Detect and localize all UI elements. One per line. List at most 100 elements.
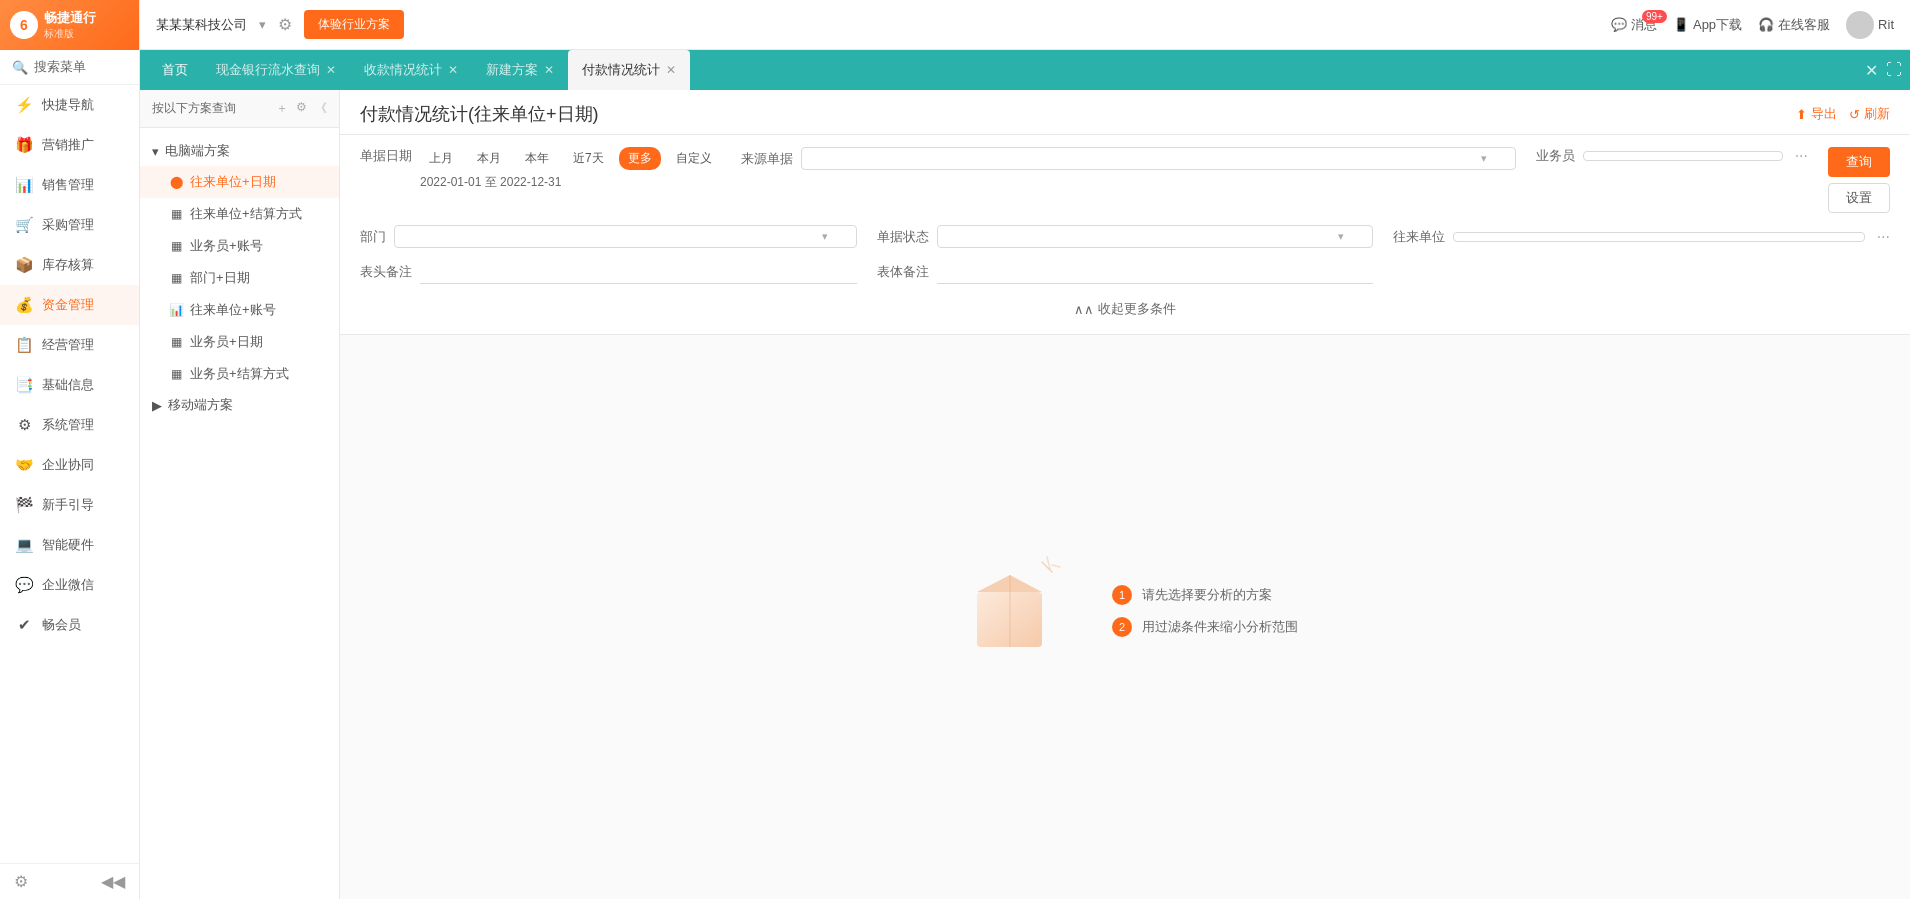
page-title: 付款情况统计(往来单位+日期) [360,102,599,126]
desktop-group-header[interactable]: ▾ 电脑端方案 [140,136,339,166]
date-option-last-month[interactable]: 上月 [420,147,462,170]
sidebar-item-member[interactable]: ✔ 畅会员 [0,605,139,645]
source-select[interactable]: ▾ [801,147,1516,170]
settings-button[interactable]: 设置 [1828,183,1890,213]
tab-cashflow-close[interactable]: ✕ [326,63,336,77]
online-service-button[interactable]: 🎧 在线客服 [1758,16,1830,34]
date-option-custom[interactable]: 自定义 [667,147,721,170]
tab-cashflow-label: 现金银行流水查询 [216,61,320,79]
scheme-staff-date[interactable]: ▦ 业务员+日期 [140,326,339,358]
sidebar-item-quick-nav[interactable]: ⚡ 快捷导航 [0,85,139,125]
tab-expand-button[interactable]: ⛶ [1886,61,1902,79]
header-note-input[interactable] [420,260,857,284]
search-menu[interactable]: 🔍 搜索菜单 [0,50,139,85]
scheme-chart-icon: 📊 [168,302,184,318]
scheme-label: 业务员+日期 [190,333,263,351]
mobile-scheme-group: ▶ 移动端方案 [140,390,339,420]
tab-cashflow[interactable]: 现金银行流水查询 ✕ [202,50,350,90]
scheme-unit-settlement[interactable]: ▦ 往来单位+结算方式 [140,198,339,230]
logo-main-text: 畅捷通行 [44,9,96,27]
sidebar-item-basic-info[interactable]: 📑 基础信息 [0,365,139,405]
staff-input[interactable] [1583,151,1783,161]
sidebar-item-finance[interactable]: 💰 资金管理 [0,285,139,325]
partner-input[interactable] [1453,232,1864,242]
collapse-panel-icon[interactable]: 《 [315,100,327,117]
settings-scheme-icon[interactable]: ⚙ [296,100,307,117]
sidebar-gear-button[interactable]: ⚙ [14,872,28,891]
tab-payment-stat[interactable]: 付款情况统计 ✕ [568,50,690,90]
sidebar-item-purchase[interactable]: 🛒 采购管理 [0,205,139,245]
export-button[interactable]: ⬆ 导出 [1796,105,1837,123]
tab-receivable[interactable]: 收款情况统计 ✕ [350,50,472,90]
staff-more-icon[interactable]: ··· [1795,147,1808,165]
desktop-scheme-group: ▾ 电脑端方案 ⬤ 往来单位+日期 ▦ 往来单位+结算方式 ▦ 业务员+账号 [140,136,339,390]
sidebar-item-operation[interactable]: 📋 经营管理 [0,325,139,365]
sidebar-item-label: 库存核算 [42,256,94,274]
scheme-tree: ▾ 电脑端方案 ⬤ 往来单位+日期 ▦ 往来单位+结算方式 ▦ 业务员+账号 [140,128,339,899]
tab-payment-stat-close[interactable]: ✕ [666,63,676,77]
scheme-icon: ▦ [168,206,184,222]
message-badge: 99+ [1642,10,1667,23]
sidebar-item-hardware[interactable]: 💻 智能硬件 [0,525,139,565]
date-option-this-month[interactable]: 本月 [468,147,510,170]
sidebar-item-weichat[interactable]: 💬 企业微信 [0,565,139,605]
date-option-more[interactable]: 更多 [619,147,661,170]
topbar-settings-icon[interactable]: ⚙ [278,15,292,34]
enterprise-icon: 🤝 [14,455,34,475]
doc-status-dropdown-icon: ▾ [1338,230,1344,243]
message-button[interactable]: 💬 消息 99+ [1611,16,1657,34]
dept-select[interactable]: ▾ [394,225,857,248]
query-button[interactable]: 查询 [1828,147,1890,177]
company-dropdown-icon[interactable]: ▾ [259,17,266,32]
tab-new-scheme-label: 新建方案 [486,61,538,79]
partner-more-icon[interactable]: ··· [1877,228,1890,246]
doc-status-select[interactable]: ▾ [937,225,1374,248]
sidebar-item-sys-mgmt[interactable]: ⚙ 系统管理 [0,405,139,445]
scheme-icon: ▦ [168,366,184,382]
sidebar-item-label: 企业微信 [42,576,94,594]
sidebar-item-label: 系统管理 [42,416,94,434]
sidebar-item-guide[interactable]: 🏁 新手引导 [0,485,139,525]
scheme-staff-settlement[interactable]: ▦ 业务员+结算方式 [140,358,339,390]
tab-home[interactable]: 首页 [148,50,202,90]
collapse-conditions-button[interactable]: ∧∧ 收起更多条件 [1074,300,1176,318]
app-download-button[interactable]: 📱 App下载 [1673,16,1742,34]
add-scheme-icon[interactable]: ＋ [276,100,288,117]
user-name: Rit [1878,17,1894,32]
sidebar-item-sales[interactable]: 📊 销售管理 [0,165,139,205]
date-option-this-year[interactable]: 本年 [516,147,558,170]
mobile-group-header[interactable]: ▶ 移动端方案 [140,390,339,420]
sidebar-collapse-button[interactable]: ◀◀ [101,872,125,891]
scheme-unit-date[interactable]: ⬤ 往来单位+日期 [140,166,339,198]
sidebar-item-label: 畅会员 [42,616,81,634]
page-header-actions: ⬆ 导出 ↺ 刷新 [1796,105,1890,123]
company-name: 某某某科技公司 [156,16,247,34]
sidebar: 6 畅捷通行 标准版 🔍 搜索菜单 ⚡ 快捷导航 🎁 营销推广 📊 销售管理 🛒… [0,0,140,899]
scheme-unit-account[interactable]: 📊 往来单位+账号 [140,294,339,326]
date-option-7days[interactable]: 近7天 [564,147,613,170]
scheme-label: 往来单位+结算方式 [190,205,302,223]
collapse-label: 收起更多条件 [1098,300,1176,318]
scheme-icon: ▦ [168,238,184,254]
scheme-dept-date[interactable]: ▦ 部门+日期 [140,262,339,294]
scheme-active-icon: ⬤ [168,174,184,190]
tab-receivable-close[interactable]: ✕ [448,63,458,77]
user-avatar [1846,11,1874,39]
refresh-button[interactable]: ↺ 刷新 [1849,105,1890,123]
sidebar-item-enterprise[interactable]: 🤝 企业协同 [0,445,139,485]
user-menu-button[interactable]: Rit [1846,11,1894,39]
refresh-icon: ↺ [1849,107,1860,122]
trial-button[interactable]: 体验行业方案 [304,10,404,39]
purchase-icon: 🛒 [14,215,34,235]
tab-new-scheme[interactable]: 新建方案 ✕ [472,50,568,90]
member-icon: ✔ [14,615,34,635]
dept-label: 部门 [360,228,386,246]
tab-close-all-button[interactable]: ✕ [1865,61,1878,80]
sidebar-footer: ⚙ ◀◀ [0,863,139,899]
sidebar-item-inventory[interactable]: 📦 库存核算 [0,245,139,285]
body-note-input[interactable] [937,260,1374,284]
tab-new-scheme-close[interactable]: ✕ [544,63,554,77]
sidebar-item-label: 销售管理 [42,176,94,194]
scheme-staff-account[interactable]: ▦ 业务员+账号 [140,230,339,262]
sidebar-item-marketing[interactable]: 🎁 营销推广 [0,125,139,165]
